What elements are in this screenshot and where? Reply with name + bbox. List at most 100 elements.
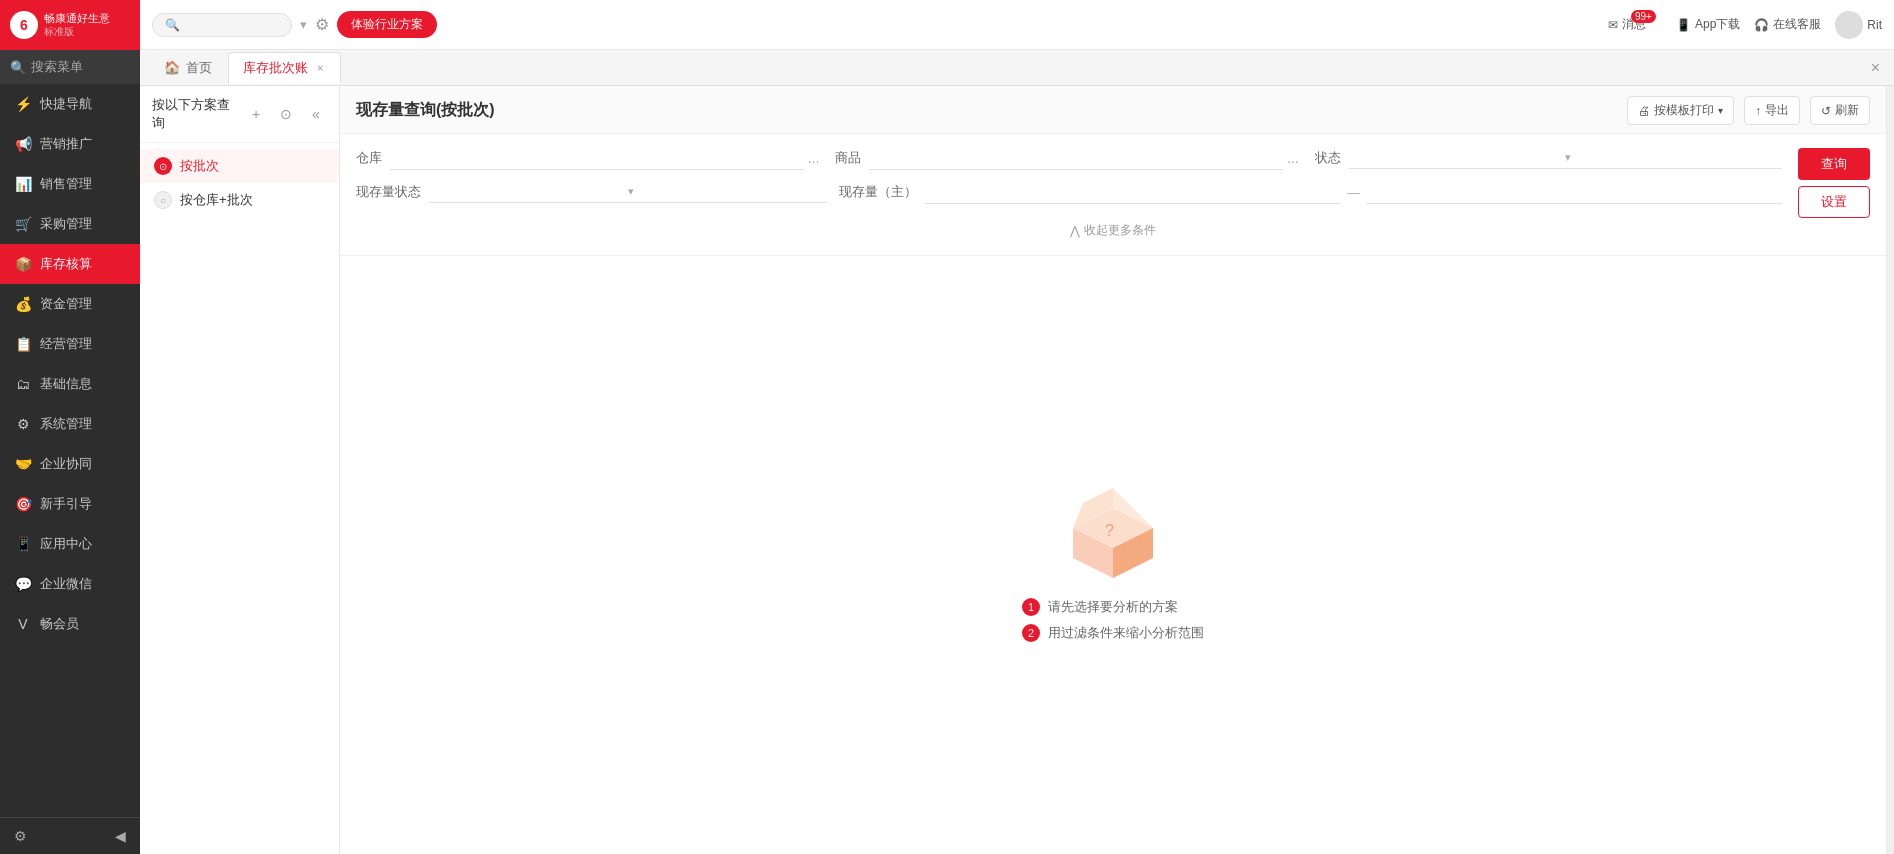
top-search-box[interactable]: 🔍 [152,13,292,37]
sidebar-item-label: 新手引导 [40,495,92,513]
inventory-amount-label: 现存量（主） [839,183,917,201]
refresh-label: 刷新 [1835,102,1859,119]
inventory-amount-from[interactable] [925,180,1341,204]
sidebar-item-app-center[interactable]: 📱 应用中心 [0,524,140,564]
user-avatar [1835,11,1863,39]
sidebar: 6 畅康通好生意 标准版 🔍 搜索菜单 ⚡ 快捷导航 📢 营销推广 📊 销售管理… [0,0,140,854]
tab-home[interactable]: 🏠 首页 [150,53,226,83]
top-bar: 🔍 ▾ ⚙ 体验行业方案 ✉ 消息 99+ 📱 App下载 🎧 在线客服 [140,0,1894,50]
app-download-item[interactable]: 📱 App下载 [1676,16,1740,33]
sidebar-item-label: 销售管理 [40,175,92,193]
app-center-icon: 📱 [14,535,32,553]
sidebar-item-label: 应用中心 [40,535,92,553]
wechat-icon: 💬 [14,575,32,593]
empty-tips: 1 请先选择要分析的方案 2 用过滤条件来缩小分析范围 [1022,598,1204,642]
enterprise-icon: 🤝 [14,455,32,473]
top-bar-left: 🔍 ▾ ⚙ 体验行业方案 [152,11,1600,38]
add-icon: + [252,106,260,122]
sidebar-item-label: 企业微信 [40,575,92,593]
user-item[interactable]: Rit [1835,11,1882,39]
collapse-more-row[interactable]: ⋀ 收起更多条件 [356,218,1870,243]
sidebar-item-label: 快捷导航 [40,95,92,113]
add-scheme-btn[interactable]: + [245,103,267,125]
warehouse-dots[interactable]: ... [804,150,824,166]
main-area: 🔍 ▾ ⚙ 体验行业方案 ✉ 消息 99+ 📱 App下载 🎧 在线客服 [140,0,1894,854]
content-header: 现存量查询(按批次) 🖨 按模板打印 ▾ ↑ 导出 ↺ 刷新 [340,86,1886,134]
user-name: Rit [1867,18,1882,32]
export-btn[interactable]: ↑ 导出 [1744,96,1800,125]
product-label: 商品 [835,149,861,167]
sidebar-item-operations[interactable]: 📋 经营管理 [0,324,140,364]
product-input[interactable] [869,146,1283,170]
sidebar-nav-scroll: ⚡ 快捷导航 📢 营销推广 📊 销售管理 🛒 采购管理 📦 库存核算 💰 资金管… [0,84,140,817]
footer-settings-icon[interactable]: ⚙ [14,828,27,844]
sidebar-item-newbie[interactable]: 🎯 新手引导 [0,484,140,524]
export-icon: ↑ [1755,104,1761,118]
marketing-icon: 📢 [14,135,32,153]
header-actions: 🖨 按模板打印 ▾ ↑ 导出 ↺ 刷新 [1627,96,1870,125]
search-box-icon: 🔍 [165,18,180,32]
message-item[interactable]: ✉ 消息 99+ [1608,16,1646,33]
sidebar-item-purchase[interactable]: 🛒 采购管理 [0,204,140,244]
scheme-item-by-batch[interactable]: ⊙ 按批次 [140,149,339,183]
footer-collapse-icon[interactable]: ◀ [115,828,126,844]
query-button[interactable]: 查询 [1798,148,1870,180]
sidebar-item-quick-nav[interactable]: ⚡ 快捷导航 [0,84,140,124]
tab-collapse-icon[interactable]: × [1867,55,1884,81]
sidebar-item-basic[interactable]: 🗂 基础信息 [0,364,140,404]
settings-button[interactable]: 设置 [1798,186,1870,218]
inventory-amount-range: — [925,180,1782,204]
scheme-dot-inactive: ○ [154,191,172,209]
empty-tip-2: 2 用过滤条件来缩小分析范围 [1022,624,1204,642]
tab-close-icon[interactable]: × [314,61,326,75]
sidebar-item-wechat[interactable]: 💬 企业微信 [0,564,140,604]
inventory-status-dropdown[interactable]: ▾ [429,181,827,203]
main-content: 现存量查询(按批次) 🖨 按模板打印 ▾ ↑ 导出 ↺ 刷新 [340,86,1886,854]
experience-btn[interactable]: 体验行业方案 [337,11,437,38]
sidebar-item-marketing[interactable]: 📢 营销推广 [0,124,140,164]
tab-inventory-batch[interactable]: 库存批次账 × [228,52,341,84]
empty-tip-1: 1 请先选择要分析的方案 [1022,598,1204,616]
scheme-settings-btn[interactable]: ⊙ [275,103,297,125]
status-dropdown[interactable]: ▾ [1349,147,1782,169]
filter-row-1: 仓库 ... 商品 ... 状态 [356,146,1782,170]
scheme-item-by-warehouse-batch[interactable]: ○ 按仓库+批次 [140,183,339,217]
app-logo: 6 [10,11,38,39]
scheme-settings-icon: ⊙ [280,106,292,122]
sales-icon: 📊 [14,175,32,193]
sidebar-search-item[interactable]: 🔍 搜索菜单 [0,50,140,84]
tip-text-1: 请先选择要分析的方案 [1048,598,1178,616]
scheme-collapse-btn[interactable]: « [305,103,327,125]
online-service-item[interactable]: 🎧 在线客服 [1754,16,1821,33]
top-search-input[interactable] [186,18,266,32]
warehouse-input[interactable] [390,146,804,170]
product-dots[interactable]: ... [1283,150,1303,166]
quick-nav-icon: ⚡ [14,95,32,113]
print-icon: 🖨 [1638,104,1650,118]
page-title: 现存量查询(按批次) [356,100,495,121]
sidebar-item-vip[interactable]: V 畅会员 [0,604,140,644]
right-scrollbar[interactable] [1886,86,1894,854]
sidebar-item-label: 经营管理 [40,335,92,353]
sidebar-item-label: 系统管理 [40,415,92,433]
sidebar-item-label: 采购管理 [40,215,92,233]
topbar-settings-icon[interactable]: ⚙ [315,15,329,34]
sidebar-item-sales[interactable]: 📊 销售管理 [0,164,140,204]
sidebar-item-label: 企业协同 [40,455,92,473]
app-download-icon: 📱 [1676,18,1691,32]
content-area: 按以下方案查询 + ⊙ « ⊙ 按批次 ○ 按仓库+批次 [140,86,1894,854]
sidebar-item-finance[interactable]: 💰 资金管理 [0,284,140,324]
basic-icon: 🗂 [14,375,32,393]
inventory-amount-to[interactable] [1366,180,1782,204]
sidebar-item-system[interactable]: ⚙ 系统管理 [0,404,140,444]
sidebar-item-enterprise[interactable]: 🤝 企业协同 [0,444,140,484]
print-btn[interactable]: 🖨 按模板打印 ▾ [1627,96,1734,125]
sidebar-item-inventory[interactable]: 📦 库存核算 [0,244,140,284]
dropdown-icon[interactable]: ▾ [300,17,307,32]
sidebar-item-label: 资金管理 [40,295,92,313]
scheme-list: ⊙ 按批次 ○ 按仓库+批次 [140,143,339,223]
app-download-label: App下载 [1695,16,1740,33]
refresh-btn[interactable]: ↺ 刷新 [1810,96,1870,125]
purchase-icon: 🛒 [14,215,32,233]
top-bar-right: ✉ 消息 99+ 📱 App下载 🎧 在线客服 Rit [1608,11,1882,39]
